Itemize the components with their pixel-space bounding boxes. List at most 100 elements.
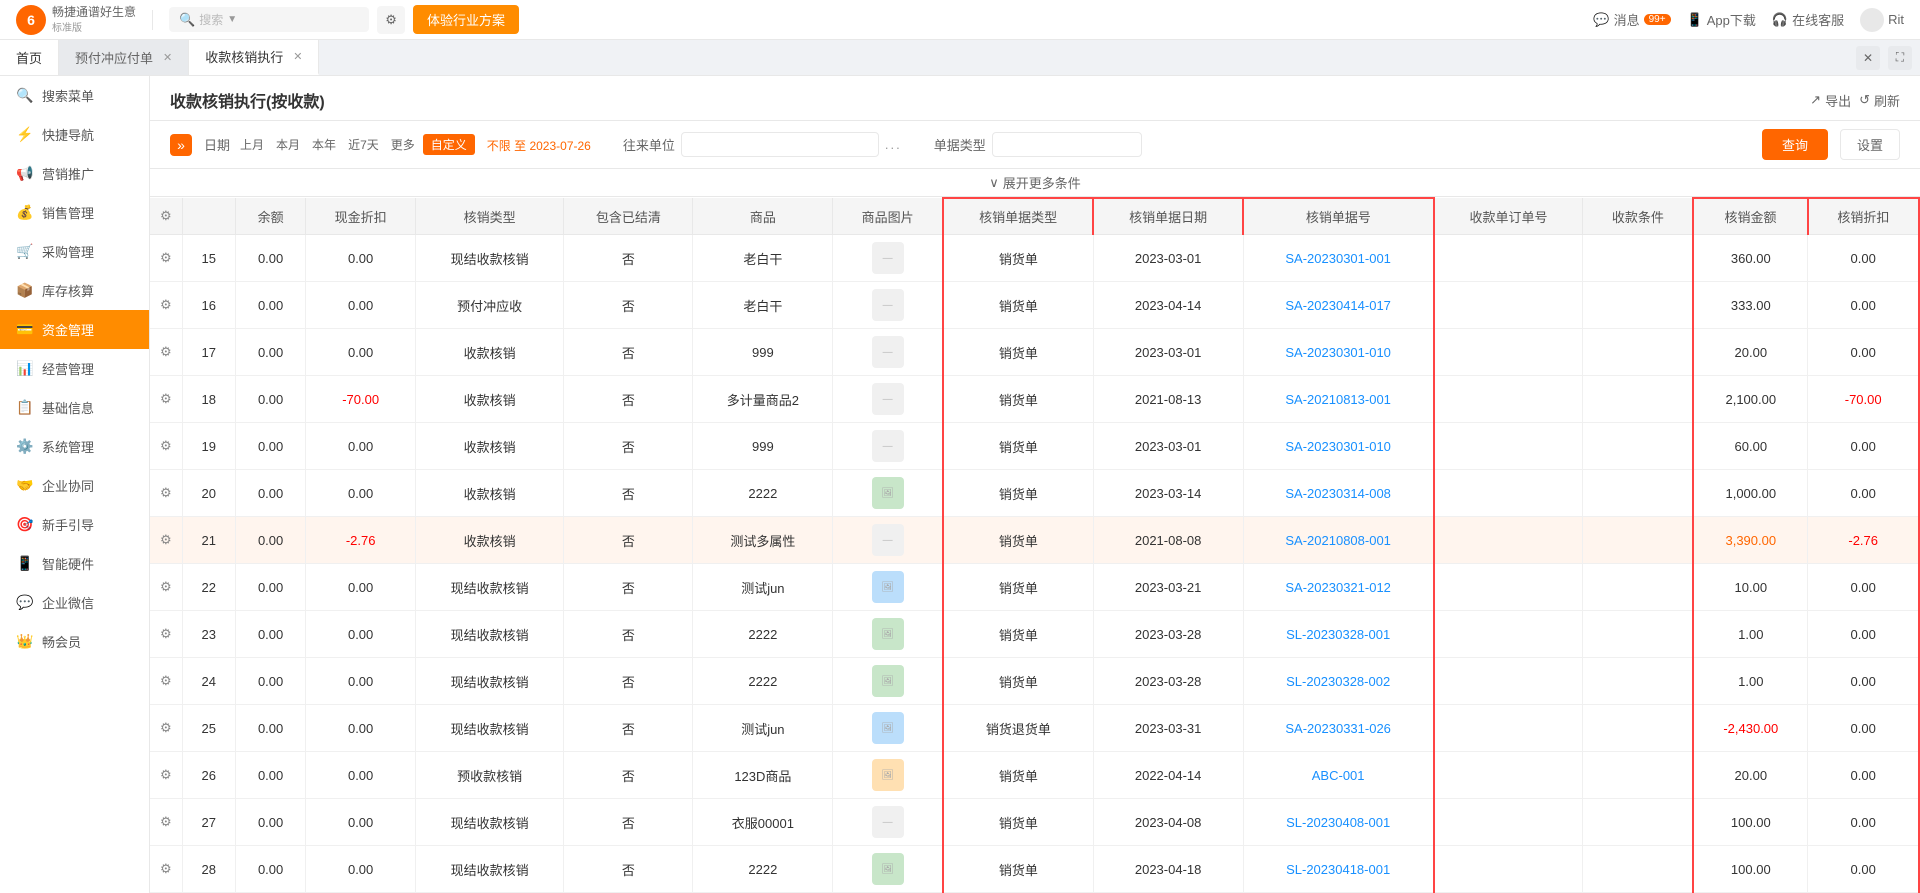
industry-btn[interactable]: 体验行业方案 (413, 5, 519, 34)
date-link-this-month[interactable]: 本月 (272, 134, 304, 155)
basic-icon: 📋 (16, 399, 34, 416)
user-item[interactable]: Rit (1860, 8, 1904, 32)
export-icon: ↗ (1810, 92, 1821, 108)
search-placeholder: 搜索 (199, 11, 223, 28)
setting-button[interactable]: 设置 (1840, 129, 1900, 160)
sidebar-item-system-label: 系统管理 (42, 437, 94, 456)
write-off-no-link[interactable]: SA-20230321-012 (1285, 580, 1391, 595)
sidebar-item-inventory-label: 库存核算 (42, 281, 94, 300)
row-gear[interactable]: ⚙ (150, 752, 182, 799)
date-link-prev-month[interactable]: 上月 (236, 134, 268, 155)
col-write-off-bill-type: 核销单据类型 (943, 198, 1093, 235)
date-link-this-year[interactable]: 本年 (308, 134, 340, 155)
row-product: 测试jun (693, 564, 833, 611)
row-write-off-bill-type: 销货单 (943, 517, 1093, 564)
column-settings-icon[interactable]: ⚙ (160, 208, 172, 223)
tab-writeoff-close[interactable]: ✕ (293, 50, 302, 63)
write-off-no-link[interactable]: SA-20230301-010 (1285, 345, 1391, 360)
row-gear[interactable]: ⚙ (150, 799, 182, 846)
tab-close-all-btn[interactable]: ✕ (1856, 46, 1880, 70)
message-item[interactable]: 💬 消息 99+ (1593, 10, 1670, 29)
sidebar-item-wechat[interactable]: 💬 企业微信 (0, 583, 149, 622)
corp-icon: 🤝 (16, 477, 34, 494)
sidebar-item-biz[interactable]: 📊 经营管理 (0, 349, 149, 388)
refresh-button[interactable]: ↺ 刷新 (1859, 91, 1900, 110)
sidebar-item-system[interactable]: ⚙️ 系统管理 (0, 427, 149, 466)
row-gear[interactable]: ⚙ (150, 705, 182, 752)
row-gear[interactable]: ⚙ (150, 611, 182, 658)
top-bar: 6 畅捷通谱好生意 标准版 🔍 搜索 ▼ ⚙ 体验行业方案 💬 消息 99+ 📱… (0, 0, 1920, 40)
col-gear[interactable]: ⚙ (150, 198, 182, 235)
gear-button[interactable]: ⚙ (377, 6, 405, 34)
row-write-off-discount: 0.00 (1808, 752, 1919, 799)
row-gear[interactable]: ⚙ (150, 564, 182, 611)
tab-writeoff[interactable]: 收款核销执行 ✕ (189, 40, 319, 75)
row-gear[interactable]: ⚙ (150, 846, 182, 893)
row-write-off-amount: 100.00 (1693, 799, 1808, 846)
tab-home[interactable]: 首页 (0, 40, 59, 75)
write-off-no-link[interactable]: SL-20230418-001 (1286, 862, 1390, 877)
sidebar-item-purchase[interactable]: 🛒 采购管理 (0, 232, 149, 271)
row-gear[interactable]: ⚙ (150, 329, 182, 376)
partner-input[interactable] (681, 132, 879, 157)
row-gear[interactable]: ⚙ (150, 470, 182, 517)
export-button[interactable]: ↗ 导出 (1810, 91, 1851, 110)
sidebar-item-inventory[interactable]: 📦 库存核算 (0, 271, 149, 310)
table-container[interactable]: ⚙ 余额 现金折扣 核销类型 包含已结清 商品 商品图片 核销单据类型 核销单据… (150, 197, 1920, 893)
row-cash-discount: 0.00 (306, 423, 416, 470)
tab-prepaid-close[interactable]: ✕ (163, 51, 172, 64)
row-seq: 28 (182, 846, 235, 893)
write-off-no-link[interactable]: SL-20230328-002 (1286, 674, 1390, 689)
row-write-off-bill-type: 销货单 (943, 846, 1093, 893)
row-gear[interactable]: ⚙ (150, 282, 182, 329)
row-gear[interactable]: ⚙ (150, 517, 182, 564)
write-off-no-link[interactable]: SA-20210813-001 (1285, 392, 1391, 407)
tab-expand-btn[interactable]: ⛶ (1888, 46, 1912, 70)
date-link-more[interactable]: 更多 (387, 134, 419, 155)
row-gear[interactable]: ⚙ (150, 658, 182, 705)
sidebar-item-quick-nav[interactable]: ⚡ 快捷导航 (0, 115, 149, 154)
main-layout: 🔍 搜索菜单 ⚡ 快捷导航 📢 营销推广 💰 销售管理 🛒 采购管理 📦 库存核… (0, 76, 1920, 893)
sidebar-item-search[interactable]: 🔍 搜索菜单 (0, 76, 149, 115)
sidebar-item-smart-hw[interactable]: 📱 智能硬件 (0, 544, 149, 583)
write-off-no-link[interactable]: SA-20230331-026 (1285, 721, 1391, 736)
row-receipt-condition (1583, 470, 1693, 517)
row-gear[interactable]: ⚙ (150, 423, 182, 470)
beginner-icon: 🎯 (16, 516, 34, 533)
row-receipt-condition (1583, 376, 1693, 423)
write-off-no-link[interactable]: ABC-001 (1312, 768, 1365, 783)
row-cash-discount: -2.76 (306, 517, 416, 564)
sidebar-item-finance[interactable]: 💳 资金管理 (0, 310, 149, 349)
write-off-no-link[interactable]: SA-20230301-001 (1285, 251, 1391, 266)
date-custom-btn[interactable]: 自定义 (423, 134, 475, 155)
search-area[interactable]: 🔍 搜索 ▼ (169, 7, 369, 32)
sidebar-item-basic[interactable]: 📋 基础信息 (0, 388, 149, 427)
write-off-no-link[interactable]: SL-20230328-001 (1286, 627, 1390, 642)
write-off-no-link[interactable]: SA-20230314-008 (1285, 486, 1391, 501)
sidebar-item-corp[interactable]: 🤝 企业协同 (0, 466, 149, 505)
app-download-item[interactable]: 📱 App下载 (1687, 10, 1756, 29)
tab-prepaid[interactable]: 预付冲应付单 ✕ (59, 40, 189, 75)
sidebar-item-beginner[interactable]: 🎯 新手引导 (0, 505, 149, 544)
write-off-no-link[interactable]: SL-20230408-001 (1286, 815, 1390, 830)
write-off-no-link[interactable]: SA-20230414-017 (1285, 298, 1391, 313)
row-gear[interactable]: ⚙ (150, 376, 182, 423)
sidebar-item-marketing-label: 营销推广 (42, 164, 94, 183)
online-service-item[interactable]: 🎧 在线客服 (1772, 10, 1844, 29)
sidebar-item-vip[interactable]: 👑 畅会员 (0, 622, 149, 661)
filter-expand-button[interactable]: » (170, 134, 192, 156)
expand-more-button[interactable]: ∨ 展开更多条件 (989, 173, 1081, 192)
table-row: ⚙180.00-70.00收款核销否多计量商品2—销货单2021-08-13SA… (150, 376, 1919, 423)
sidebar-item-sales[interactable]: 💰 销售管理 (0, 193, 149, 232)
write-off-no-link[interactable]: SA-20210808-001 (1285, 533, 1391, 548)
page-title: 收款核销执行(按收款) (170, 88, 325, 112)
data-table: ⚙ 余额 现金折扣 核销类型 包含已结清 商品 商品图片 核销单据类型 核销单据… (150, 197, 1920, 893)
write-off-no-link[interactable]: SA-20230301-010 (1285, 439, 1391, 454)
query-button[interactable]: 查询 (1762, 129, 1828, 160)
date-link-7days[interactable]: 近7天 (344, 134, 383, 155)
voucher-type-select[interactable] (992, 132, 1142, 157)
row-write-off-date: 2022-04-14 (1093, 752, 1243, 799)
sidebar-item-marketing[interactable]: 📢 营销推广 (0, 154, 149, 193)
row-write-off-bill-type: 销货单 (943, 423, 1093, 470)
row-gear[interactable]: ⚙ (150, 235, 182, 282)
